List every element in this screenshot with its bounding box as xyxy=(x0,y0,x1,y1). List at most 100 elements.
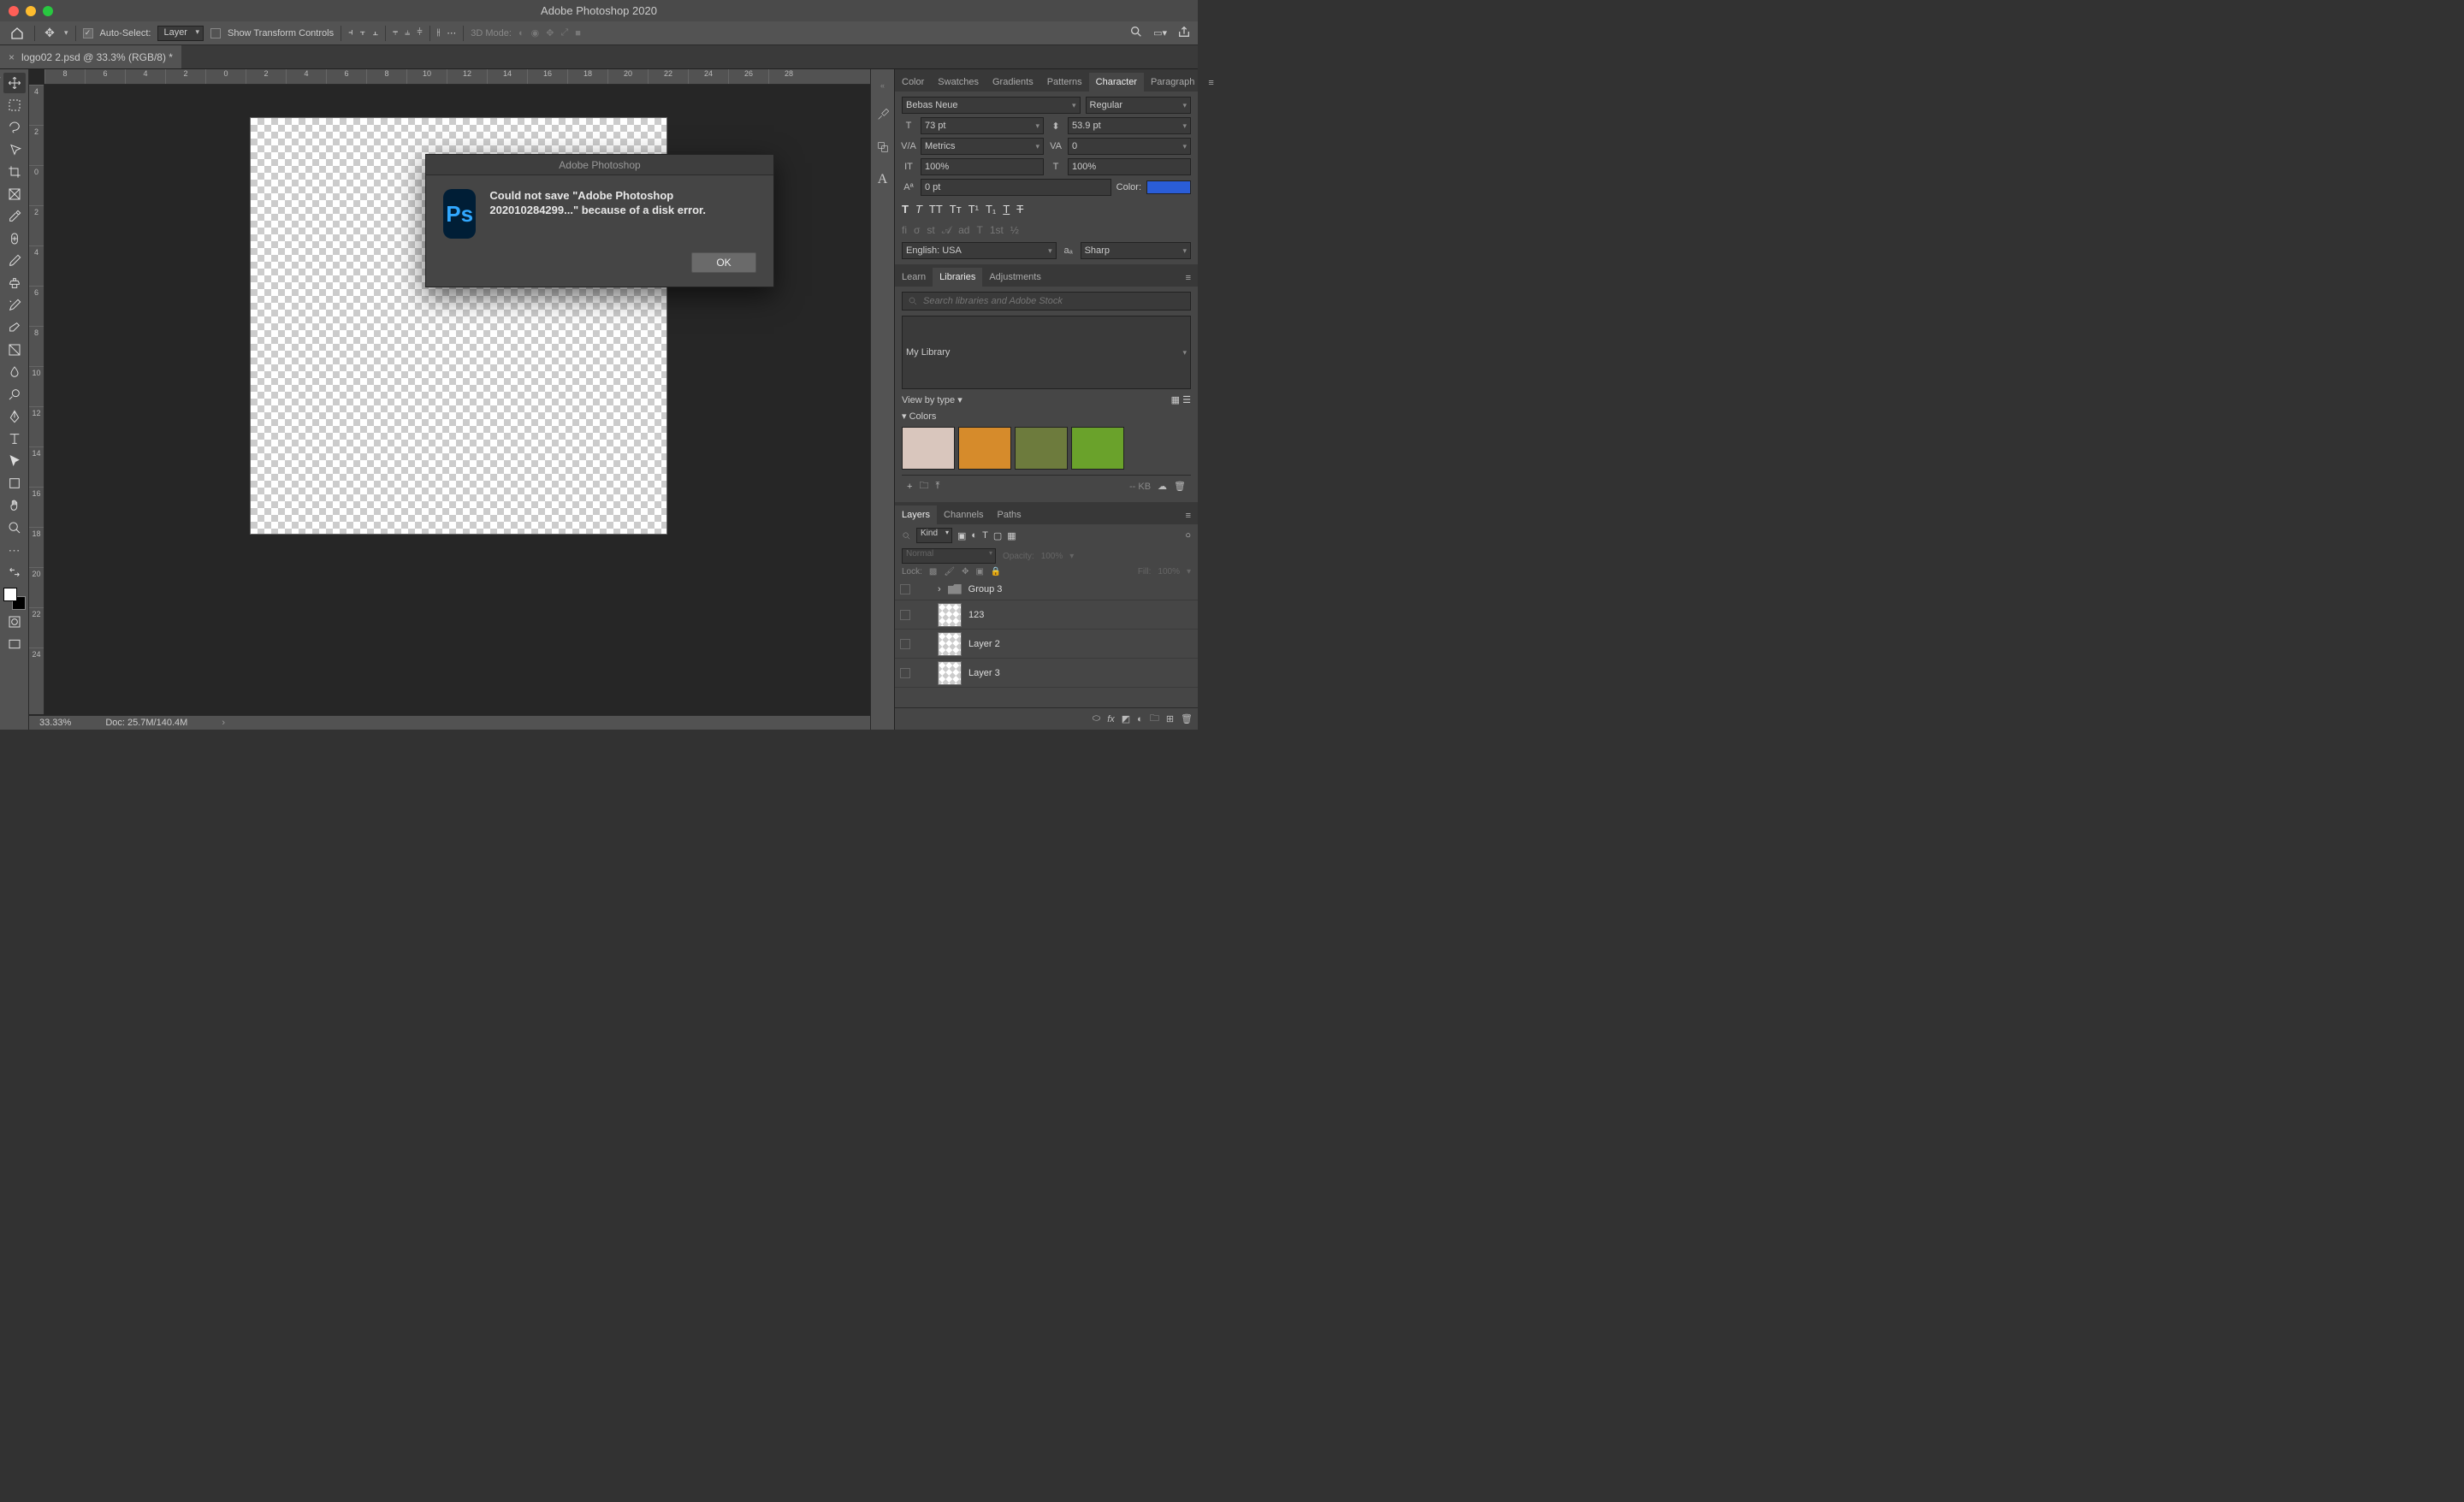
antialias-dropdown[interactable]: Sharp xyxy=(1081,242,1191,259)
zoom-level[interactable]: 33.33% xyxy=(39,718,71,728)
faux-bold-icon[interactable]: T xyxy=(902,203,909,216)
3d-orbit-icon[interactable]: ◐ xyxy=(518,28,524,38)
layer-mask-icon[interactable]: ◩ xyxy=(1122,713,1130,724)
new-layer-icon[interactable]: ⊞ xyxy=(1166,713,1174,724)
pen-tool[interactable] xyxy=(3,406,26,427)
layer-thumbnail[interactable] xyxy=(938,603,962,627)
status-chevron-icon[interactable]: › xyxy=(222,718,225,728)
lock-artboard-icon[interactable]: ▣ xyxy=(975,567,983,577)
layer-group-icon[interactable]: 🗀 xyxy=(1150,711,1159,727)
library-color-swatch[interactable] xyxy=(902,427,955,470)
align-center-h-icon[interactable]: ⫟ xyxy=(360,27,366,38)
font-size-input[interactable]: 73 pt xyxy=(921,117,1044,134)
subscript-icon[interactable]: T₁ xyxy=(986,203,996,216)
blend-mode-dropdown[interactable]: Normal xyxy=(902,548,996,564)
foreground-color-chip[interactable] xyxy=(3,588,17,601)
cloud-icon[interactable]: ☁ xyxy=(1158,481,1167,492)
dodge-tool[interactable] xyxy=(3,384,26,405)
quick-select-tool[interactable] xyxy=(3,139,26,160)
filter-toggle-icon[interactable]: ○ xyxy=(1185,530,1191,541)
tracking-input[interactable]: 0 xyxy=(1068,138,1191,155)
library-color-swatch[interactable] xyxy=(958,427,1011,470)
panel-tab[interactable]: Character xyxy=(1089,73,1144,92)
doc-size[interactable]: Doc: 25.7M/140.4M xyxy=(105,718,187,728)
smallcaps-icon[interactable]: Tᴛ xyxy=(950,203,962,216)
edit-toolbar-icon[interactable]: ⋯ xyxy=(3,540,26,560)
panel-menu-icon[interactable]: ≡ xyxy=(1201,74,1220,92)
colors-section-toggle-icon[interactable]: ▾ xyxy=(902,411,907,422)
filter-adjustment-icon[interactable]: ◐ xyxy=(971,530,977,541)
kerning-input[interactable]: Metrics xyxy=(921,138,1044,155)
panel-tab[interactable]: Swatches xyxy=(931,73,986,92)
marquee-tool[interactable] xyxy=(3,95,26,115)
filter-pixel-icon[interactable]: ▣ xyxy=(957,530,966,541)
path-select-tool[interactable] xyxy=(3,451,26,471)
layer-name[interactable]: Group 3 xyxy=(968,584,1003,594)
document-tab[interactable]: × logo02 2.psd @ 33.3% (RGB/8) * xyxy=(0,45,181,68)
vertical-scale-input[interactable]: 100% xyxy=(921,158,1044,175)
fill-value[interactable]: 100% xyxy=(1158,567,1180,577)
layer-fx-icon[interactable]: fx xyxy=(1107,714,1115,724)
3d-slide-icon[interactable]: ⤢ xyxy=(560,27,568,38)
healing-brush-tool[interactable] xyxy=(3,228,26,249)
panel-tab[interactable]: Adjustments xyxy=(982,268,1048,287)
panel-tab[interactable]: Patterns xyxy=(1040,73,1089,92)
library-selector-dropdown[interactable]: My Library xyxy=(902,316,1191,389)
share-icon[interactable] xyxy=(1177,25,1191,41)
layer-row[interactable]: › Group 3 xyxy=(895,578,1198,600)
trash-icon[interactable]: 🗑 xyxy=(1174,481,1186,492)
zoom-tool[interactable] xyxy=(3,517,26,538)
align-left-icon[interactable]: ⫞ xyxy=(348,27,353,38)
color-chips[interactable] xyxy=(3,588,26,610)
brushes-panel-icon[interactable] xyxy=(875,107,891,122)
text-color-swatch[interactable] xyxy=(1146,180,1191,194)
layer-thumbnail[interactable] xyxy=(938,661,962,685)
superscript-icon[interactable]: T¹ xyxy=(968,203,979,216)
screen-mode-icon[interactable] xyxy=(3,634,26,654)
tab-close-icon[interactable]: × xyxy=(9,51,15,63)
baseline-shift-input[interactable]: 0 pt xyxy=(921,179,1111,196)
group-twirl-icon[interactable]: › xyxy=(938,584,941,594)
character-panel-icon[interactable]: A xyxy=(875,172,891,187)
clone-stamp-tool[interactable] xyxy=(3,273,26,293)
fractions-icon[interactable]: 1st xyxy=(990,224,1004,237)
ligature-sigma-icon[interactable]: σ xyxy=(914,224,920,237)
align-center-v-icon[interactable]: ⫨ xyxy=(405,27,410,38)
ligature-fi-icon[interactable]: fi xyxy=(902,224,907,237)
filter-type-icon[interactable]: T xyxy=(982,530,988,541)
layer-thumbnail[interactable] xyxy=(938,632,962,656)
colors-section-label[interactable]: Colors xyxy=(909,411,937,422)
layer-row[interactable]: Layer 2 xyxy=(895,630,1198,659)
eraser-tool[interactable] xyxy=(3,317,26,338)
half-icon[interactable]: ½ xyxy=(1010,224,1019,237)
font-family-dropdown[interactable]: Bebas Neue xyxy=(902,97,1081,114)
move-tool-indicator[interactable]: ✥ xyxy=(42,26,57,41)
toolbox-expand-icon[interactable]: » xyxy=(0,73,1,81)
panel-tab[interactable]: Paths xyxy=(991,506,1028,524)
library-search-input[interactable] xyxy=(923,296,1185,306)
chevron-down-icon[interactable]: ▾ xyxy=(957,395,962,405)
blur-tool[interactable] xyxy=(3,362,26,382)
more-options-icon[interactable]: ⋯ xyxy=(447,27,456,38)
delete-layer-icon[interactable]: 🗑 xyxy=(1181,713,1193,724)
filter-smart-icon[interactable]: ▦ xyxy=(1007,530,1016,541)
language-dropdown[interactable]: English: USA xyxy=(902,242,1057,259)
library-search[interactable] xyxy=(902,292,1191,310)
grid-view-icon[interactable]: ▦ xyxy=(1171,395,1180,405)
quick-mask-icon[interactable] xyxy=(3,612,26,632)
layer-name[interactable]: 123 xyxy=(968,610,984,620)
allcaps-icon[interactable]: TT xyxy=(929,203,943,216)
upload-icon[interactable]: ⤒ xyxy=(935,481,939,492)
panel-tab[interactable]: Channels xyxy=(937,506,990,524)
auto-select-mode-dropdown[interactable]: Layer xyxy=(157,26,204,41)
panel-tab[interactable]: Color xyxy=(895,73,931,92)
shape-tool[interactable] xyxy=(3,473,26,494)
lock-transparency-icon[interactable]: ▩ xyxy=(929,567,937,577)
library-color-swatch[interactable] xyxy=(1015,427,1068,470)
panel-menu-icon[interactable]: ≡ xyxy=(1179,507,1198,524)
panel-tab[interactable]: Paragraph xyxy=(1144,73,1201,92)
show-transform-checkbox[interactable] xyxy=(210,28,221,38)
panel-tab[interactable]: Layers xyxy=(895,506,937,524)
panel-menu-icon[interactable]: ≡ xyxy=(1179,269,1198,287)
3d-pan-icon[interactable]: ✥ xyxy=(546,27,554,38)
